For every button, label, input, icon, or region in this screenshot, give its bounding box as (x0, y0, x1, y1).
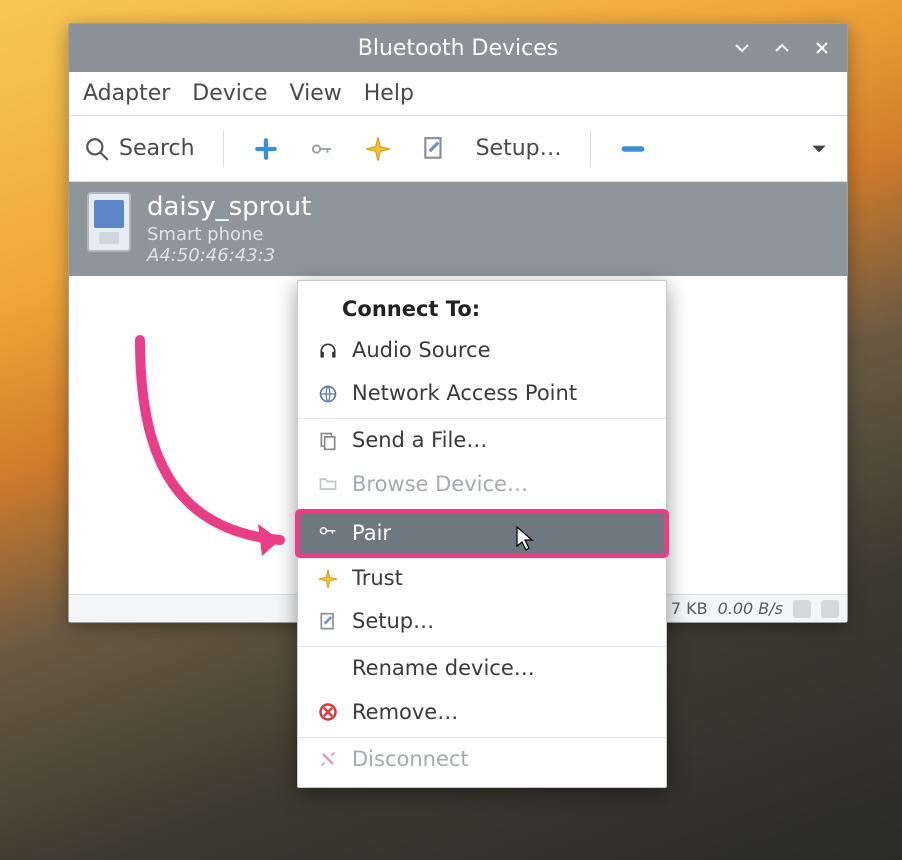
star-icon[interactable] (364, 135, 392, 163)
phone-icon (87, 192, 131, 252)
status-rate: 0.00 B/s (718, 599, 783, 618)
ctx-audio-source[interactable]: Audio Source (298, 329, 666, 372)
ctx-trust[interactable]: Trust (298, 557, 666, 600)
ctx-browse-device: Browse Device… (298, 463, 666, 510)
status-size: 7 KB (671, 599, 708, 618)
window-title: Bluetooth Devices (358, 36, 559, 61)
tray-icon-1 (793, 600, 811, 618)
toolbar: Search Setup… (69, 116, 847, 182)
ctx-browse-label: Browse Device… (352, 472, 528, 497)
doctool-icon[interactable] (420, 135, 448, 163)
disconnect-icon (316, 747, 340, 771)
window-maximize-button[interactable] (771, 37, 793, 59)
ctx-setup-label: Setup… (352, 609, 434, 634)
menu-adapter[interactable]: Adapter (83, 81, 170, 106)
ctx-pair[interactable]: Pair (298, 512, 666, 555)
ctx-send-file[interactable]: Send a File… (298, 419, 666, 462)
toolbar-divider (223, 131, 224, 167)
ctx-setup[interactable]: Setup… (298, 600, 666, 647)
device-type: Smart phone (147, 224, 311, 245)
device-name: daisy_sprout (147, 192, 311, 222)
menubar: Adapter Device View Help (69, 72, 847, 116)
window-close-button[interactable] (811, 37, 833, 59)
toolbar-search-button[interactable]: Search (83, 135, 195, 163)
ctx-send-file-label: Send a File… (352, 428, 487, 453)
ctx-network-access-point[interactable]: Network Access Point (298, 372, 666, 419)
window-minimize-button[interactable] (731, 37, 753, 59)
device-info: daisy_sprout Smart phone A4:50:46:43:3 (147, 192, 311, 266)
window-controls (731, 24, 839, 72)
search-icon (83, 135, 111, 163)
ctx-remove-label: Remove… (352, 700, 458, 725)
dropdown-icon[interactable] (805, 135, 833, 163)
titlebar: Bluetooth Devices (69, 24, 847, 72)
ctx-rename[interactable]: Rename device… (298, 647, 666, 690)
tray-icon-2 (821, 600, 839, 618)
folder-icon (316, 472, 340, 496)
ctx-network-label: Network Access Point (352, 381, 577, 406)
ctx-audio-label: Audio Source (352, 338, 491, 363)
menu-help[interactable]: Help (364, 81, 414, 106)
device-mac: A4:50:46:43:3 (147, 245, 311, 266)
blank-icon (316, 657, 340, 681)
context-header: Connect To: (298, 287, 666, 329)
plus-icon[interactable] (252, 135, 280, 163)
network-icon (316, 382, 340, 406)
ctx-remove[interactable]: Remove… (298, 691, 666, 738)
minus-icon[interactable] (619, 135, 647, 163)
toolbar-setup-label: Setup… (476, 136, 562, 161)
device-row[interactable]: daisy_sprout Smart phone A4:50:46:43:3 (69, 182, 847, 276)
star-icon (316, 567, 340, 591)
key-icon (316, 521, 340, 545)
ctx-rename-label: Rename device… (352, 656, 535, 681)
remove-icon (316, 700, 340, 724)
device-context-menu: Connect To: Audio Source Network Access … (297, 280, 667, 788)
toolbar-search-label: Search (119, 136, 195, 161)
toolbar-divider-2 (590, 131, 591, 167)
headphones-icon (316, 339, 340, 363)
file-send-icon (316, 429, 340, 453)
doctool-icon (316, 610, 340, 634)
ctx-pair-label: Pair (352, 521, 391, 546)
key-icon[interactable] (308, 135, 336, 163)
ctx-trust-label: Trust (352, 566, 403, 591)
menu-device[interactable]: Device (192, 81, 267, 106)
ctx-disconnect: Disconnect (298, 738, 666, 781)
ctx-disconnect-label: Disconnect (352, 747, 469, 772)
toolbar-setup-button[interactable]: Setup… (476, 136, 562, 161)
menu-view[interactable]: View (290, 81, 342, 106)
